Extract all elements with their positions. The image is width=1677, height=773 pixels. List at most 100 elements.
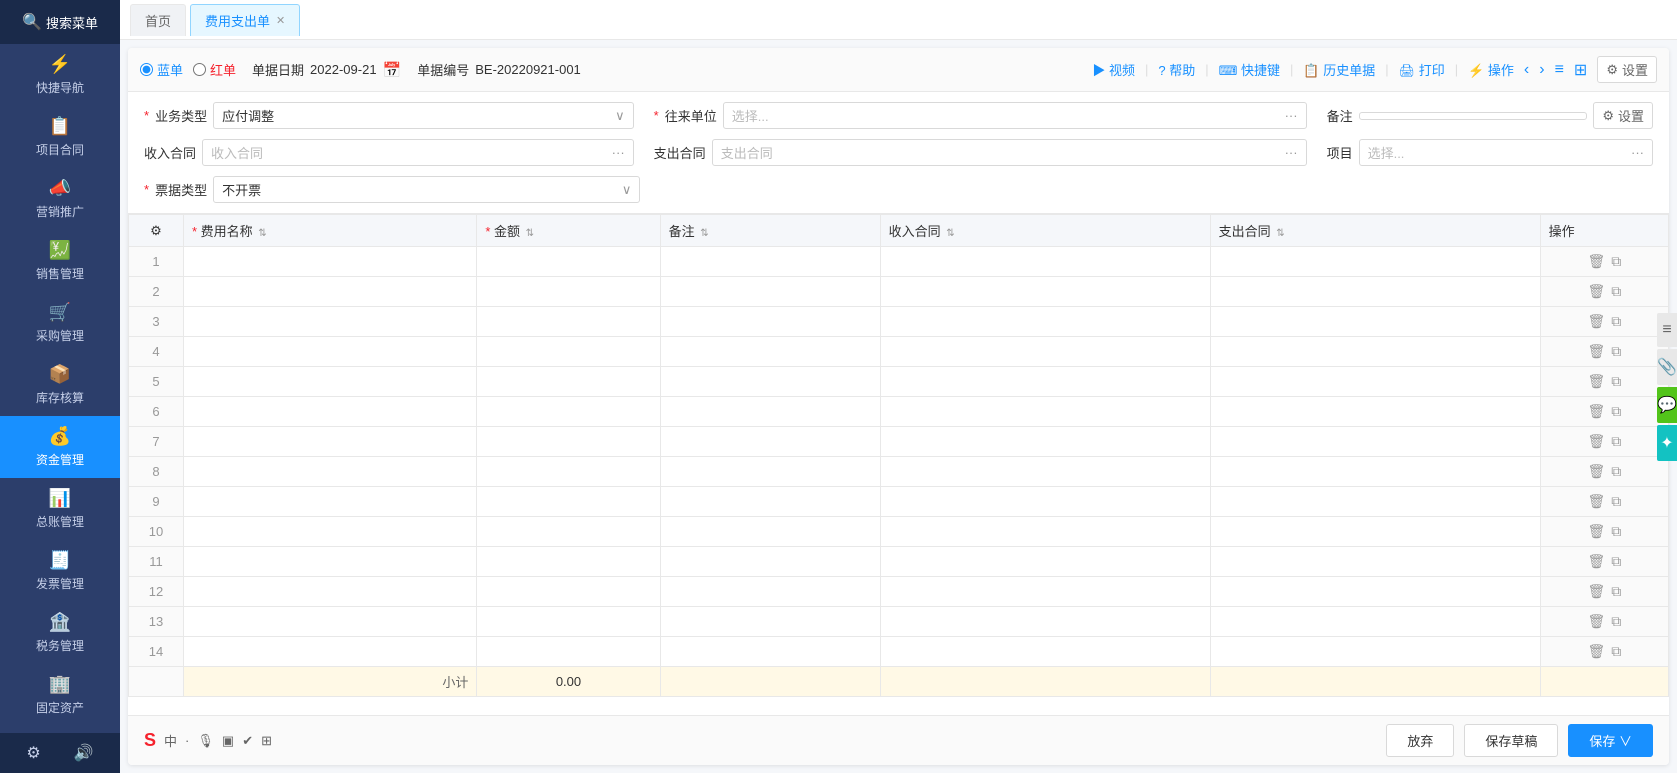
note-cell[interactable] [660, 517, 880, 547]
expense-name-cell[interactable] [184, 607, 477, 637]
expense-name-cell[interactable] [184, 517, 477, 547]
discard-button[interactable]: 放弃 [1386, 724, 1454, 757]
copy-icon[interactable]: ⧉ [1611, 493, 1621, 510]
note-cell[interactable] [660, 487, 880, 517]
income-contract-cell[interactable] [880, 277, 1210, 307]
note-cell[interactable] [660, 607, 880, 637]
copy-icon[interactable]: ⧉ [1611, 523, 1621, 540]
delete-icon[interactable]: 🗑 [1587, 313, 1605, 330]
note-cell[interactable] [660, 277, 880, 307]
expense-contract-cell[interactable] [1210, 517, 1540, 547]
amount-cell[interactable] [477, 577, 660, 607]
operations-action[interactable]: ⚡ 操作 [1468, 60, 1514, 79]
float-btn-3[interactable]: 💬 [1657, 387, 1677, 423]
expense-contract-cell[interactable] [1210, 637, 1540, 667]
remark-input[interactable] [1359, 112, 1588, 120]
settings-button[interactable]: ⚙ 设置 [1597, 56, 1657, 83]
sidebar-item-purchase-management[interactable]: 🛒采购管理 [0, 292, 120, 354]
amount-cell[interactable] [477, 547, 660, 577]
expense-contract-cell[interactable] [1210, 547, 1540, 577]
expense-name-cell[interactable] [184, 637, 477, 667]
note-cell[interactable] [660, 457, 880, 487]
expense-contract-cell[interactable] [1210, 607, 1540, 637]
copy-icon[interactable]: ⧉ [1611, 343, 1621, 360]
copy-icon[interactable]: ⧉ [1611, 613, 1621, 630]
sidebar-item-inventory[interactable]: 📦库存核算 [0, 354, 120, 416]
copy-icon[interactable]: ⧉ [1611, 373, 1621, 390]
business-type-select[interactable]: 应付调整 ∨ [213, 102, 634, 129]
copy-icon[interactable]: ⧉ [1611, 583, 1621, 600]
expense-name-cell[interactable] [184, 427, 477, 457]
radio-red[interactable] [193, 63, 206, 76]
tab-expense[interactable]: 费用支出单✕ [190, 4, 300, 36]
amount-cell[interactable] [477, 487, 660, 517]
sidebar-item-fixed-assets[interactable]: 🏢固定资产 [0, 664, 120, 726]
save-draft-button[interactable]: 保存草稿 [1464, 724, 1558, 757]
note-cell[interactable] [660, 367, 880, 397]
amount-cell[interactable] [477, 607, 660, 637]
expense-contract-cell[interactable] [1210, 307, 1540, 337]
float-btn-4[interactable]: ✦ [1657, 425, 1677, 461]
expense-contract-cell[interactable] [1210, 397, 1540, 427]
note-cell[interactable] [660, 577, 880, 607]
sidebar-item-sales-promotion[interactable]: 📣营销推广 [0, 168, 120, 230]
sort-expense-icon[interactable]: ⇅ [258, 228, 266, 239]
expense-contract-cell[interactable] [1210, 277, 1540, 307]
help-action[interactable]: ? 帮助 [1158, 60, 1195, 79]
copy-icon[interactable]: ⧉ [1611, 253, 1621, 270]
expense-contract-cell[interactable] [1210, 577, 1540, 607]
amount-cell[interactable] [477, 397, 660, 427]
copy-icon[interactable]: ⧉ [1611, 433, 1621, 450]
sidebar-item-tax-management[interactable]: 🏦税务管理 [0, 602, 120, 664]
delete-icon[interactable]: 🗑 [1587, 523, 1605, 540]
video-action[interactable]: ▶ 视频 [1092, 60, 1135, 79]
delete-icon[interactable]: 🗑 [1587, 373, 1605, 390]
amount-cell[interactable] [477, 457, 660, 487]
expense-name-cell[interactable] [184, 247, 477, 277]
expense-name-cell[interactable] [184, 307, 477, 337]
delete-icon[interactable]: 🗑 [1587, 493, 1605, 510]
copy-icon[interactable]: ⧉ [1611, 553, 1621, 570]
income-contract-cell[interactable] [880, 457, 1210, 487]
income-contract-cell[interactable] [880, 637, 1210, 667]
income-contract-cell[interactable] [880, 607, 1210, 637]
expense-contract-cell[interactable] [1210, 337, 1540, 367]
income-contract-cell[interactable] [880, 247, 1210, 277]
expense-contract-cell[interactable] [1210, 427, 1540, 457]
sort-expense-contract-icon[interactable]: ⇅ [1276, 228, 1284, 239]
print-action[interactable]: 🖨 打印 [1399, 60, 1445, 79]
amount-cell[interactable] [477, 307, 660, 337]
expense-contract-cell[interactable] [1210, 457, 1540, 487]
expense-contract-cell[interactable] [1210, 367, 1540, 397]
copy-icon[interactable]: ⧉ [1611, 313, 1621, 330]
delete-icon[interactable]: 🗑 [1587, 433, 1605, 450]
delete-icon[interactable]: 🗑 [1587, 403, 1605, 420]
income-contract-input[interactable]: 收入合同 ··· [202, 139, 634, 166]
copy-icon[interactable]: ⧉ [1611, 283, 1621, 300]
save-button[interactable]: 保存 ∨ [1568, 724, 1653, 757]
invoice-type-select[interactable]: 不开票 ∨ [213, 176, 640, 203]
income-contract-cell[interactable] [880, 367, 1210, 397]
delete-icon[interactable]: 🗑 [1587, 553, 1605, 570]
history-action[interactable]: 📋 历史单据 [1303, 60, 1375, 79]
form-settings-button[interactable]: ⚙ 设置 [1593, 102, 1653, 129]
income-contract-cell[interactable] [880, 547, 1210, 577]
amount-cell[interactable] [477, 637, 660, 667]
note-cell[interactable] [660, 397, 880, 427]
amount-cell[interactable] [477, 337, 660, 367]
income-contract-cell[interactable] [880, 577, 1210, 607]
copy-icon[interactable]: ⧉ [1611, 643, 1621, 660]
delete-icon[interactable]: 🗑 [1587, 613, 1605, 630]
expense-contract-cell[interactable] [1210, 487, 1540, 517]
sidebar-item-payroll[interactable]: 💵工资 [0, 726, 120, 733]
expense-name-cell[interactable] [184, 337, 477, 367]
expense-name-cell[interactable] [184, 277, 477, 307]
sort-amount-icon[interactable]: ⇅ [526, 228, 534, 239]
th-config[interactable]: ⚙ [129, 215, 184, 247]
amount-cell[interactable] [477, 277, 660, 307]
nav-next[interactable]: › [1539, 61, 1544, 79]
amount-cell[interactable] [477, 517, 660, 547]
income-contract-cell[interactable] [880, 487, 1210, 517]
expense-name-cell[interactable] [184, 577, 477, 607]
sidebar-item-quick-nav[interactable]: ⚡快捷导航 [0, 44, 120, 106]
